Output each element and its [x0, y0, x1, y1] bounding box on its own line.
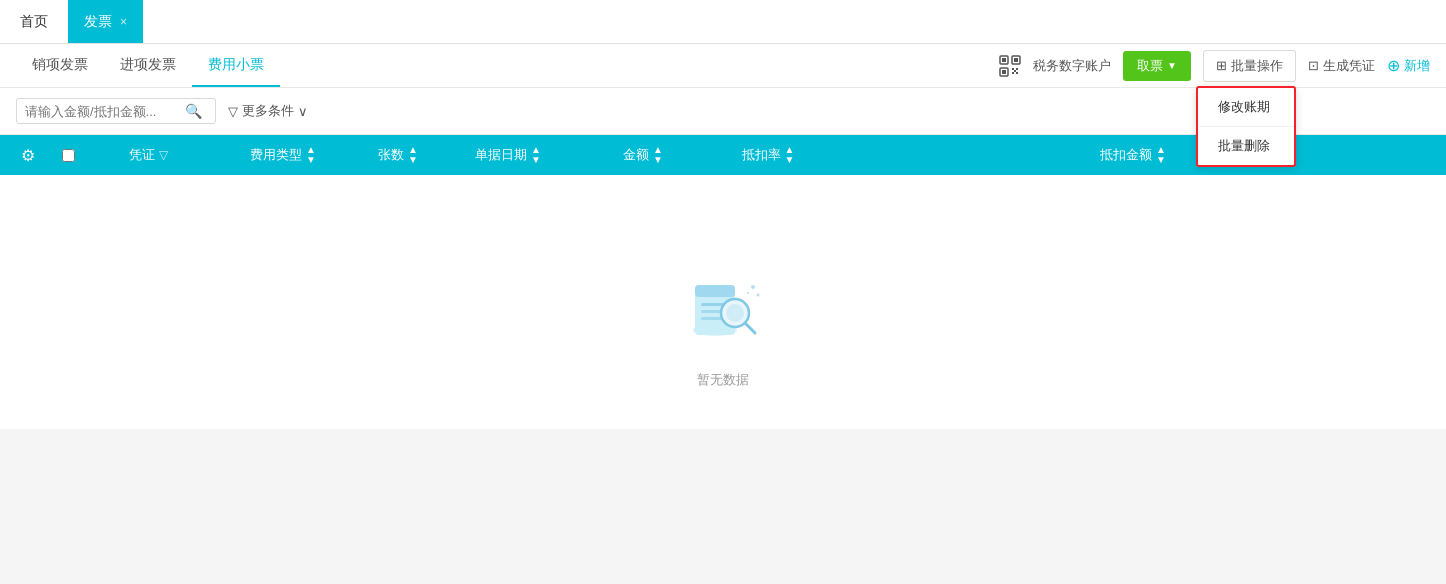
th-settings: ⚙ [8, 146, 48, 165]
empty-state-icon [673, 255, 773, 355]
add-button[interactable]: ⊕ 新增 [1387, 56, 1430, 75]
svg-line-19 [745, 323, 755, 333]
th-deduction-rate: 抵扣率 ▲▼ [708, 145, 828, 165]
sub-tabs-right: 税务数字账户 取票 ▼ ⊞ 批量操作 修改账期 批量删除 ⊡ 生成凭证 ⊕ 新增 [999, 50, 1430, 82]
svg-rect-8 [1012, 72, 1014, 74]
batch-op-button[interactable]: ⊞ 批量操作 [1203, 50, 1296, 82]
batch-op-dropdown: 修改账期 批量删除 [1196, 86, 1296, 167]
search-input[interactable] [25, 104, 185, 119]
dropdown-item-modify-period[interactable]: 修改账期 [1198, 88, 1294, 126]
take-ticket-button[interactable]: 取票 ▼ [1123, 51, 1191, 81]
expense-type-sort[interactable]: ▲▼ [306, 145, 316, 165]
deduction-rate-sort[interactable]: ▲▼ [785, 145, 795, 165]
th-voucher: 凭证 ▽ [88, 146, 208, 164]
more-filter-arrow: ∨ [298, 104, 308, 119]
settings-icon[interactable]: ⚙ [21, 146, 35, 165]
svg-point-18 [726, 304, 744, 322]
more-filter-button[interactable]: ▽ 更多条件 ∨ [228, 102, 308, 120]
svg-rect-9 [1016, 72, 1018, 74]
invoice-tab-close[interactable]: × [120, 15, 127, 29]
svg-rect-7 [1016, 68, 1018, 70]
th-expense-type: 费用类型 ▲▼ [208, 145, 358, 165]
svg-rect-13 [695, 285, 735, 297]
svg-point-22 [747, 292, 749, 294]
batch-op-container: ⊞ 批量操作 修改账期 批量删除 [1203, 50, 1296, 82]
batch-op-icon: ⊞ [1216, 58, 1227, 73]
svg-point-20 [751, 285, 755, 289]
deduction-amount-sort[interactable]: ▲▼ [1156, 145, 1166, 165]
select-all-checkbox[interactable] [62, 149, 75, 162]
qr-icon [999, 55, 1021, 77]
sub-tabs-bar: 销项发票 进项发票 费用小票 税务数字账户 [0, 44, 1446, 88]
add-icon: ⊕ [1387, 56, 1400, 75]
amount-sort[interactable]: ▲▼ [653, 145, 663, 165]
svg-rect-5 [1002, 70, 1006, 74]
tab-purchase-invoice[interactable]: 进项发票 [104, 44, 192, 87]
th-deduction-amount: 抵扣金额 ▲▼ [828, 145, 1438, 165]
empty-state-text: 暂无数据 [697, 371, 749, 389]
search-wrapper: 🔍 [16, 98, 216, 124]
svg-rect-6 [1012, 68, 1014, 70]
dropdown-item-batch-delete[interactable]: 批量删除 [1198, 126, 1294, 165]
th-amount: 金额 ▲▼ [578, 145, 708, 165]
top-nav: 首页 发票 × [0, 0, 1446, 44]
search-icon[interactable]: 🔍 [185, 103, 202, 119]
th-count: 张数 ▲▼ [358, 145, 438, 165]
tab-sales-invoice[interactable]: 销项发票 [16, 44, 104, 87]
svg-rect-10 [1014, 70, 1016, 72]
invoice-tab[interactable]: 发票 × [68, 0, 143, 43]
home-tab[interactable]: 首页 [0, 0, 68, 43]
gen-voucher-button[interactable]: ⊡ 生成凭证 [1308, 57, 1375, 75]
tax-account-button[interactable]: 税务数字账户 [1033, 57, 1111, 75]
empty-state: 暂无数据 [0, 175, 1446, 429]
svg-point-21 [757, 294, 760, 297]
filter-icon: ▽ [228, 104, 238, 119]
date-sort[interactable]: ▲▼ [531, 145, 541, 165]
svg-rect-1 [1002, 58, 1006, 62]
svg-rect-15 [701, 310, 723, 313]
qr-icon-button[interactable] [999, 55, 1021, 77]
gen-voucher-icon: ⊡ [1308, 58, 1319, 73]
th-checkbox [48, 149, 88, 162]
count-sort[interactable]: ▲▼ [408, 145, 418, 165]
svg-rect-3 [1014, 58, 1018, 62]
sub-tabs-left: 销项发票 进项发票 费用小票 [16, 44, 280, 87]
voucher-filter-icon[interactable]: ▽ [159, 148, 168, 162]
th-date: 单据日期 ▲▼ [438, 145, 578, 165]
invoice-tab-label: 发票 [84, 13, 112, 31]
take-ticket-arrow: ▼ [1167, 60, 1177, 71]
tab-expense-receipt[interactable]: 费用小票 [192, 44, 280, 87]
